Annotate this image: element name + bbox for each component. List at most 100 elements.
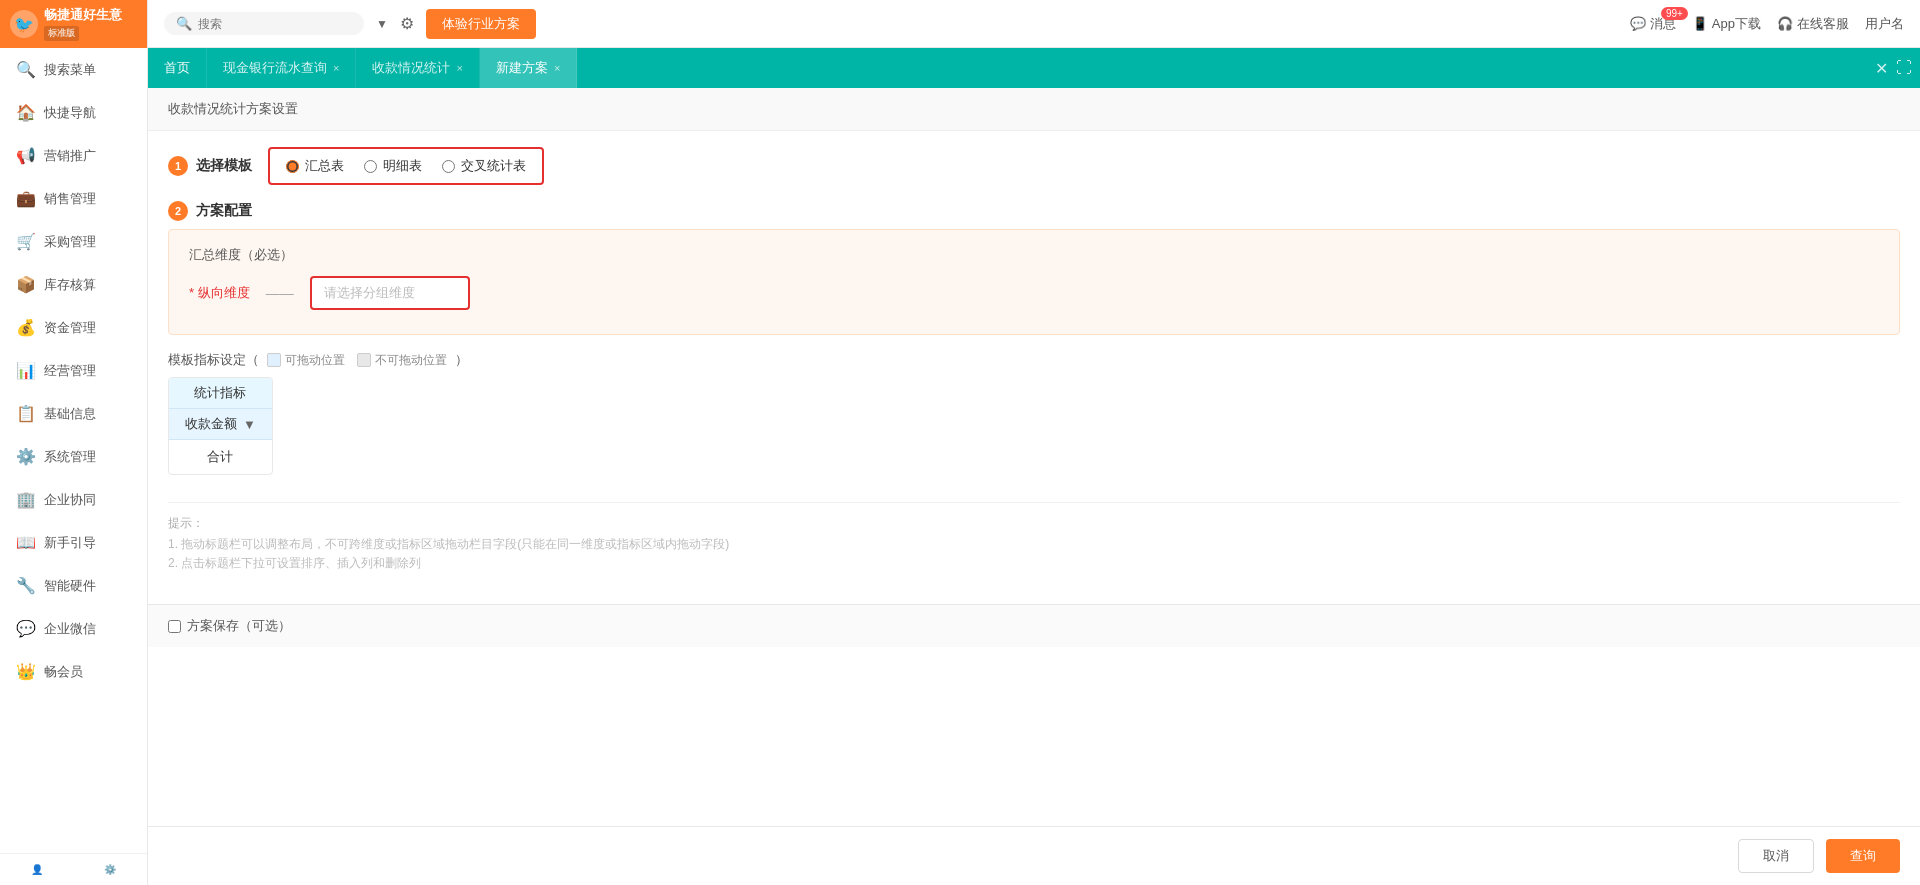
inventory-icon: 📦 xyxy=(16,275,36,294)
action-bar: 取消 查询 xyxy=(148,826,1920,885)
sidebar-item-label: 智能硬件 xyxy=(44,577,96,595)
logo-text-block: 畅捷通好生意 标准版 xyxy=(44,7,122,41)
message-badge: 99+ xyxy=(1661,7,1688,20)
sidebar-item-purchase[interactable]: 🛒 采购管理 xyxy=(0,220,147,263)
finance-icon: 💰 xyxy=(16,318,36,337)
service-item[interactable]: 🎧 在线客服 xyxy=(1777,15,1849,33)
sidebar-item-inventory[interactable]: 📦 库存核算 xyxy=(0,263,147,306)
sidebar-item-label: 营销推广 xyxy=(44,147,96,165)
query-button[interactable]: 查询 xyxy=(1826,839,1900,873)
sidebar-item-basic[interactable]: 📋 基础信息 xyxy=(0,392,147,435)
sidebar-item-search[interactable]: 🔍 搜索菜单 xyxy=(0,48,147,91)
wechat-icon: 💬 xyxy=(16,619,36,638)
draggable-box-icon xyxy=(267,353,281,367)
sidebar-item-label: 搜索菜单 xyxy=(44,61,96,79)
avatar-icon: 👤 xyxy=(31,864,43,875)
sidebar-item-finance[interactable]: 💰 资金管理 xyxy=(0,306,147,349)
sidebar-item-label: 经营管理 xyxy=(44,362,96,380)
save-plan-checkbox[interactable] xyxy=(168,620,181,633)
trial-button[interactable]: 体验行业方案 xyxy=(426,9,536,39)
step1-block: 1 选择模板 汇总表 明细表 交叉统计表 xyxy=(168,147,1900,185)
tab-window-close[interactable]: ✕ xyxy=(1875,59,1888,78)
enterprise-icon: 🏢 xyxy=(16,490,36,509)
search-input[interactable] xyxy=(198,17,348,31)
sidebar-bottom-settings[interactable]: ⚙️ xyxy=(104,864,116,875)
logo-icon: 🐦 xyxy=(10,10,38,38)
legend-draggable: 可拖动位置 xyxy=(267,352,345,369)
tab-receipt[interactable]: 收款情况统计 × xyxy=(356,48,479,88)
page-header: 收款情况统计方案设置 xyxy=(148,88,1920,131)
tabbar: 首页 现金银行流水查询 × 收款情况统计 × 新建方案 × ✕ ⛶ xyxy=(148,48,1920,88)
step2-num: 2 xyxy=(168,201,188,221)
sidebar-item-enterprise[interactable]: 🏢 企业协同 xyxy=(0,478,147,521)
breadcrumb: 收款情况统计方案设置 xyxy=(168,101,298,116)
step2-block: 2 方案配置 汇总维度（必选） * 纵向维度 —— 请选择分组维度 xyxy=(168,201,1900,572)
indicator-cell-total: 合计 xyxy=(169,440,272,474)
sidebar-item-label: 基础信息 xyxy=(44,405,96,423)
step1-title: 选择模板 xyxy=(196,157,252,175)
sidebar-item-label: 快捷导航 xyxy=(44,104,96,122)
radio-summary: 汇总表 xyxy=(286,157,344,175)
column-header-cell[interactable]: 收款金额 ▼ xyxy=(169,409,272,440)
sidebar-item-management[interactable]: 📊 经营管理 xyxy=(0,349,147,392)
sidebar-item-label: 新手引导 xyxy=(44,534,96,552)
username-display[interactable]: 用户名 xyxy=(1865,15,1904,33)
main-area: 🔍 ▼ ⚙ 体验行业方案 💬 消息 99+ 📱 App下载 🎧 在线客服 用户名 xyxy=(148,0,1920,885)
topbar-actions: 💬 消息 99+ 📱 App下载 🎧 在线客服 用户名 xyxy=(1630,15,1904,33)
radio-summary-input[interactable] xyxy=(286,160,299,173)
download-label: App下载 xyxy=(1712,15,1761,33)
message-item[interactable]: 💬 消息 99+ xyxy=(1630,15,1676,33)
footer: 方案保存（可选） xyxy=(148,604,1920,647)
logo-main-text: 畅捷通好生意 xyxy=(44,7,122,23)
indicator-title: 模板指标设定（ xyxy=(168,351,259,369)
sidebar-item-guide[interactable]: 📖 新手引导 xyxy=(0,521,147,564)
sidebar-item-label: 畅会员 xyxy=(44,663,83,681)
radio-summary-label[interactable]: 汇总表 xyxy=(305,157,344,175)
sidebar-item-hardware[interactable]: 🔧 智能硬件 xyxy=(0,564,147,607)
tip-item-1: 1. 拖动标题栏可以调整布局，不可跨维度或指标区域拖动栏目字段(只能在同一维度或… xyxy=(168,536,1900,553)
basic-icon: 📋 xyxy=(16,404,36,423)
tab-newplan[interactable]: 新建方案 × xyxy=(480,48,577,88)
sidebar-nav: 🔍 搜索菜单 🏠 快捷导航 📢 营销推广 💼 销售管理 🛒 采购管理 📦 库存核… xyxy=(0,48,147,853)
radio-detail-input[interactable] xyxy=(364,160,377,173)
download-item[interactable]: 📱 App下载 xyxy=(1692,15,1761,33)
main-section: 1 选择模板 汇总表 明细表 交叉统计表 xyxy=(148,131,1920,604)
dimension-select-dropdown[interactable]: 请选择分组维度 xyxy=(310,276,470,310)
tab-cashbank[interactable]: 现金银行流水查询 × xyxy=(207,48,356,88)
tab-home-label: 首页 xyxy=(164,59,190,77)
step1-num: 1 xyxy=(168,156,188,176)
tab-receipt-close[interactable]: × xyxy=(456,62,462,74)
column-header-row: 收款金额 ▼ xyxy=(169,409,272,440)
sidebar-item-system[interactable]: ⚙️ 系统管理 xyxy=(0,435,147,478)
column-label: 收款金额 xyxy=(185,415,237,433)
tab-cashbank-close[interactable]: × xyxy=(333,62,339,74)
sidebar-item-label: 采购管理 xyxy=(44,233,96,251)
radio-cross-label[interactable]: 交叉统计表 xyxy=(461,157,526,175)
sidebar-item-wechat[interactable]: 💬 企业微信 xyxy=(0,607,147,650)
dimension-placeholder: 请选择分组维度 xyxy=(324,285,415,300)
cell-total-label: 合计 xyxy=(207,449,233,464)
cancel-button[interactable]: 取消 xyxy=(1738,839,1814,873)
radio-detail-label[interactable]: 明细表 xyxy=(383,157,422,175)
topbar-search[interactable]: 🔍 xyxy=(164,12,364,35)
system-icon: ⚙️ xyxy=(16,447,36,466)
save-plan-label[interactable]: 方案保存（可选） xyxy=(187,617,291,635)
radio-cross-input[interactable] xyxy=(442,160,455,173)
tab-window-maximize[interactable]: ⛶ xyxy=(1896,59,1912,77)
sidebar-item-label: 库存核算 xyxy=(44,276,96,294)
sidebar-item-sales[interactable]: 💼 销售管理 xyxy=(0,177,147,220)
sidebar-item-marketing[interactable]: 📢 营销推广 xyxy=(0,134,147,177)
tab-newplan-close[interactable]: × xyxy=(554,62,560,74)
topbar-dropdown-icon[interactable]: ▼ xyxy=(376,17,388,31)
indicator-close-paren: ） xyxy=(455,351,468,369)
sidebar-item-member[interactable]: 👑 畅会员 xyxy=(0,650,147,693)
indicator-section: 模板指标设定（ 可拖动位置 不可拖动位置 ） xyxy=(168,351,1900,478)
sidebar-logo: 🐦 畅捷通好生意 标准版 xyxy=(0,0,147,48)
fixed-box-icon xyxy=(357,353,371,367)
tab-home[interactable]: 首页 xyxy=(148,48,207,88)
tip-item-2: 2. 点击标题栏下拉可设置排序、插入列和删除列 xyxy=(168,555,1900,572)
tips-section: 提示： 1. 拖动标题栏可以调整布局，不可跨维度或指标区域拖动栏目字段(只能在同… xyxy=(168,502,1900,572)
sidebar-item-nav[interactable]: 🏠 快捷导航 xyxy=(0,91,147,134)
gear-icon[interactable]: ⚙ xyxy=(400,14,414,33)
sidebar-bottom-avatar[interactable]: 👤 xyxy=(31,864,43,875)
